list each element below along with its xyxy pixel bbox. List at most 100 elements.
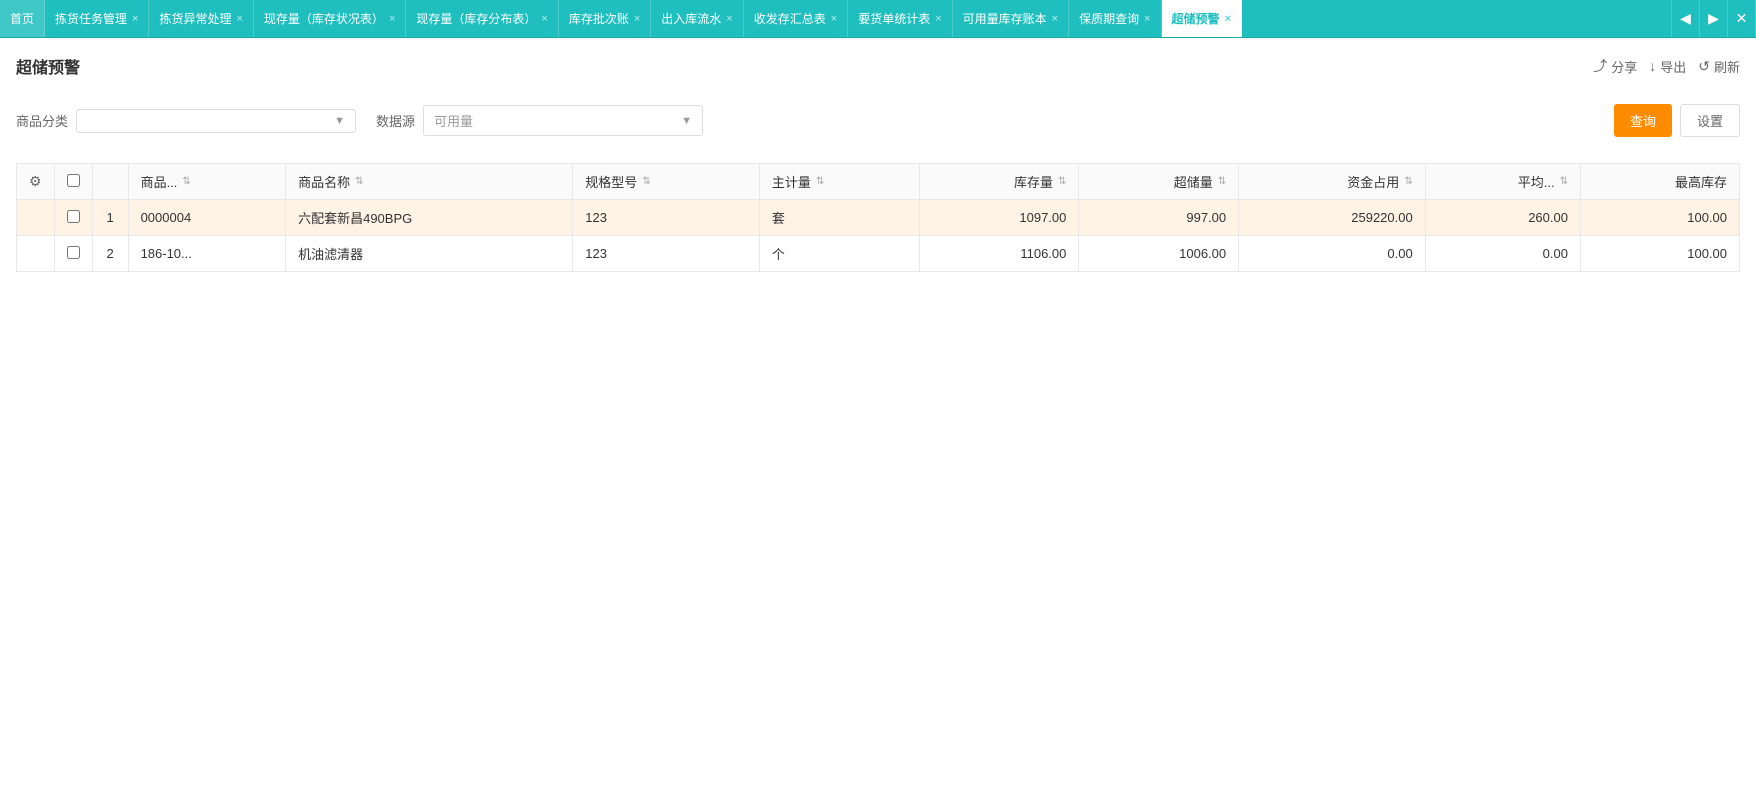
- th-max-stock-label: 最高库存: [1675, 175, 1727, 190]
- filter-buttons: 查询 设置: [1614, 104, 1740, 137]
- nav-tab-3-label: 现存量（库存状况表）: [264, 10, 384, 27]
- row-checkbox-cell: [54, 200, 92, 236]
- filter-bar: 商品分类 ▼ 数据源 可用量 ▼ 查询 设置: [16, 94, 1740, 147]
- share-icon: ⤴: [1593, 56, 1607, 76]
- th-product-name-label: 商品名称: [298, 172, 350, 191]
- row-gear-cell: [17, 236, 55, 272]
- sort-product-name-icon: ⇅: [355, 176, 363, 187]
- row-checkbox-0[interactable]: [67, 210, 80, 223]
- row-avg-1: 0.00: [1425, 236, 1580, 272]
- th-product-code[interactable]: 商品... ⇅: [128, 164, 286, 200]
- row-checkbox-1[interactable]: [67, 246, 80, 259]
- nav-tab-4-close[interactable]: ×: [541, 13, 547, 25]
- refresh-icon: ↺: [1698, 58, 1710, 75]
- nav-tab-9-label: 可用量库存账本: [963, 10, 1047, 27]
- nav-tab-5[interactable]: 库存批次账 ×: [559, 0, 651, 38]
- product-category-select[interactable]: ▼: [76, 109, 356, 133]
- sort-capital-icon: ⇅: [1404, 176, 1412, 187]
- th-overstock-label: 超储量: [1174, 172, 1213, 191]
- row-overstock-0: 997.00: [1079, 200, 1239, 236]
- sort-spec-icon: ⇅: [642, 176, 650, 187]
- nav-tab-10-close[interactable]: ×: [1144, 13, 1150, 25]
- share-label: 分享: [1611, 57, 1637, 76]
- sort-stock-icon: ⇅: [1058, 176, 1066, 187]
- row-gear-cell: [17, 200, 55, 236]
- row-stock-1: 1106.00: [919, 236, 1079, 272]
- data-source-arrow-icon: ▼: [681, 115, 692, 127]
- product-category-arrow-icon: ▼: [334, 115, 345, 127]
- nav-tab-7-close[interactable]: ×: [831, 13, 837, 25]
- sort-overstock-icon: ⇅: [1218, 176, 1226, 187]
- row-avg-0: 260.00: [1425, 200, 1580, 236]
- nav-next-button[interactable]: ▶: [1700, 0, 1728, 38]
- nav-tab-3-close[interactable]: ×: [389, 13, 395, 25]
- nav-tab-4[interactable]: 现存量（库存分布表） ×: [406, 0, 558, 38]
- nav-tab-5-label: 库存批次账: [569, 10, 629, 27]
- page-content: 超储预警 ⤴ 分享 ↓ 导出 ↺ 刷新 商品分类 ▼ 数据源: [0, 38, 1756, 800]
- nav-tab-home[interactable]: 首页: [0, 0, 45, 38]
- nav-arrows: ◀ ▶ ✕: [1671, 0, 1756, 38]
- th-unit[interactable]: 主计量 ⇅: [759, 164, 919, 200]
- nav-close-button[interactable]: ✕: [1728, 0, 1756, 38]
- nav-tab-8-close[interactable]: ×: [935, 13, 941, 25]
- export-label: 导出: [1660, 57, 1686, 76]
- th-capital[interactable]: 资金占用 ⇅: [1239, 164, 1426, 200]
- nav-tab-8-label: 要货单统计表: [858, 10, 930, 27]
- th-spec[interactable]: 规格型号 ⇅: [573, 164, 760, 200]
- sort-product-code-icon: ⇅: [182, 176, 190, 187]
- th-spec-label: 规格型号: [585, 172, 637, 191]
- nav-tab-9[interactable]: 可用量库存账本 ×: [953, 0, 1069, 38]
- gear-icon[interactable]: ⚙: [29, 173, 42, 189]
- nav-tab-3[interactable]: 现存量（库存状况表） ×: [254, 0, 406, 38]
- th-stock[interactable]: 库存量 ⇅: [919, 164, 1079, 200]
- row-unit-0: 套: [759, 200, 919, 236]
- nav-tab-10[interactable]: 保质期查询 ×: [1069, 0, 1161, 38]
- row-product-name-0: 六配套新昌490BPG: [286, 200, 573, 236]
- nav-tab-10-label: 保质期查询: [1079, 10, 1139, 27]
- th-product-name[interactable]: 商品名称 ⇅: [286, 164, 573, 200]
- nav-tab-5-close[interactable]: ×: [634, 13, 640, 25]
- query-button[interactable]: 查询: [1614, 104, 1672, 137]
- row-max-stock-0: 100.00: [1580, 200, 1739, 236]
- settings-button[interactable]: 设置: [1680, 104, 1740, 137]
- nav-tab-2[interactable]: 拣货异常处理 ×: [149, 0, 253, 38]
- nav-tab-2-close[interactable]: ×: [236, 13, 242, 25]
- refresh-button[interactable]: ↺ 刷新: [1698, 57, 1740, 76]
- data-table: ⚙ 商品... ⇅ 商品名称 ⇅: [16, 163, 1740, 272]
- th-gear: ⚙: [17, 164, 55, 200]
- nav-tab-1[interactable]: 拣货任务管理 ×: [45, 0, 149, 38]
- page-header: 超储预警 ⤴ 分享 ↓ 导出 ↺ 刷新: [16, 54, 1740, 78]
- th-avg[interactable]: 平均... ⇅: [1425, 164, 1580, 200]
- nav-tab-1-close[interactable]: ×: [132, 13, 138, 25]
- nav-tab-9-close[interactable]: ×: [1052, 13, 1058, 25]
- export-button[interactable]: ↓ 导出: [1649, 57, 1686, 76]
- select-all-checkbox[interactable]: [67, 174, 80, 187]
- row-overstock-1: 1006.00: [1079, 236, 1239, 272]
- nav-tab-active-label: 超储预警: [1172, 10, 1220, 27]
- nav-tab-active-close[interactable]: ×: [1225, 13, 1231, 25]
- th-checkbox: [54, 164, 92, 200]
- nav-tab-active[interactable]: 超储预警 ×: [1162, 0, 1242, 38]
- th-overstock[interactable]: 超储量 ⇅: [1079, 164, 1239, 200]
- nav-tab-6-close[interactable]: ×: [726, 13, 732, 25]
- share-button[interactable]: ⤴ 分享: [1593, 56, 1637, 76]
- nav-prev-button[interactable]: ◀: [1672, 0, 1700, 38]
- row-product-code-1: 186-10...: [128, 236, 286, 272]
- row-spec-1: 123: [573, 236, 760, 272]
- nav-tab-1-label: 拣货任务管理: [55, 10, 127, 27]
- nav-tab-home-label: 首页: [10, 10, 34, 27]
- nav-tab-8[interactable]: 要货单统计表 ×: [848, 0, 952, 38]
- th-unit-label: 主计量: [772, 172, 811, 191]
- row-product-name-1: 机油滤清器: [286, 236, 573, 272]
- table-header-row: ⚙ 商品... ⇅ 商品名称 ⇅: [17, 164, 1740, 200]
- nav-tab-6[interactable]: 出入库流水 ×: [651, 0, 743, 38]
- top-navigation: 首页 拣货任务管理 × 拣货异常处理 × 现存量（库存状况表） × 现存量（库存…: [0, 0, 1756, 38]
- nav-tab-6-label: 出入库流水: [661, 10, 721, 27]
- row-num-0: 1: [92, 200, 128, 236]
- nav-tab-7[interactable]: 收发存汇总表 ×: [744, 0, 848, 38]
- row-capital-1: 0.00: [1239, 236, 1426, 272]
- row-unit-1: 个: [759, 236, 919, 272]
- header-actions: ⤴ 分享 ↓ 导出 ↺ 刷新: [1593, 56, 1740, 76]
- data-source-select[interactable]: 可用量 ▼: [423, 105, 703, 136]
- row-spec-0: 123: [573, 200, 760, 236]
